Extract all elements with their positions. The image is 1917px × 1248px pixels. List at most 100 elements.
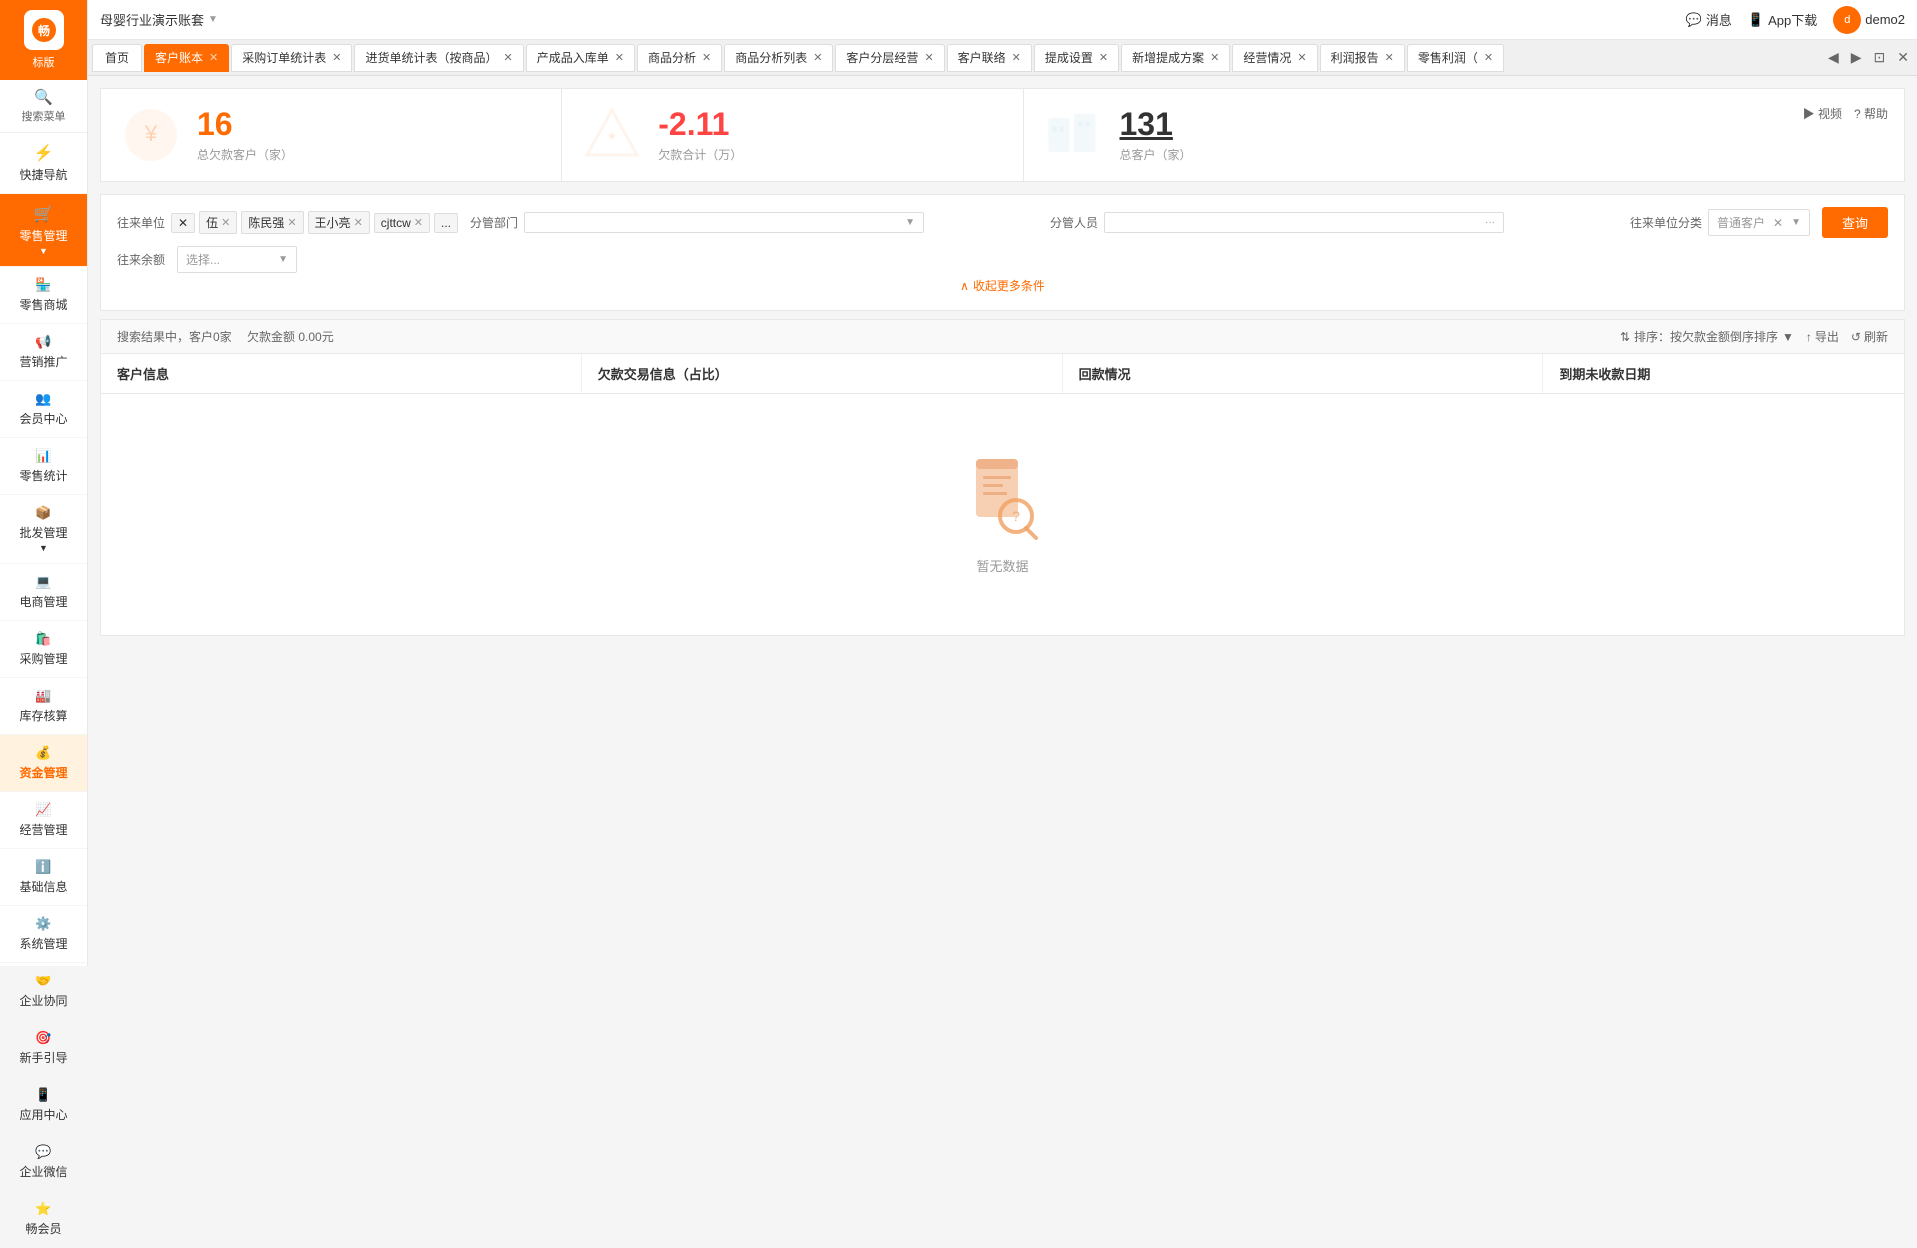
sidebar-item-finance[interactable]: 💰 资金管理 — [0, 735, 87, 792]
tab-customer-tier[interactable]: 客户分层经营 ✕ — [835, 44, 944, 72]
dept-select[interactable]: ▼ — [524, 212, 924, 233]
topbar-left: 母婴行业演示账套 ▼ — [100, 10, 218, 29]
logo-text: 标版 — [6, 54, 81, 70]
tab-inbound-stats[interactable]: 进货单统计表（按商品） ✕ — [354, 44, 523, 72]
person-select[interactable]: ··· — [1104, 212, 1504, 233]
tab-retail-profit[interactable]: 零售利润（ ✕ — [1407, 44, 1504, 72]
tab-profit-report[interactable]: 利润报告 ✕ — [1320, 44, 1405, 72]
close-tab-inbound-stats[interactable]: ✕ — [504, 51, 513, 64]
tab-product-analysis-list[interactable]: 商品分析列表 ✕ — [724, 44, 833, 72]
close-tab-retail-profit[interactable]: ✕ — [1484, 51, 1493, 64]
help-btn[interactable]: ? 帮助 — [1854, 105, 1888, 122]
tab-customer-account[interactable]: 客户账本 ✕ — [144, 44, 229, 72]
table-container: 客户信息 欠款交易信息（占比） 回款情况 到期未收款日期 — [100, 353, 1905, 636]
refresh-button[interactable]: ↺ 刷新 — [1851, 328, 1888, 345]
unit-tag-more[interactable]: ... — [434, 213, 458, 233]
tab-purchase-order[interactable]: 采购订单统计表 ✕ — [231, 44, 352, 72]
logo[interactable]: 畅 标版 — [0, 0, 87, 80]
close-tab-customer-tier[interactable]: ✕ — [924, 51, 933, 64]
user-menu[interactable]: d demo2 — [1833, 6, 1905, 34]
search-result-actions: ⇅ 排序：按欠款金额倒序排序 ▼ ↑ 导出 ↺ 刷新 — [1620, 328, 1888, 345]
close-tab-product-analysis[interactable]: ✕ — [702, 51, 711, 64]
remove-tag-cjttcw[interactable]: ✕ — [414, 216, 423, 229]
tab-cost-inbound[interactable]: 产成品入库单 ✕ — [526, 44, 635, 72]
unit-type-label: 往来单位分类 — [1630, 214, 1702, 231]
tab-prev-btn[interactable]: ◀ — [1824, 47, 1843, 68]
close-tab-customer-contact[interactable]: ✕ — [1012, 51, 1021, 64]
close-tab-profit-report[interactable]: ✕ — [1385, 51, 1394, 64]
sort-icon: ⇅ — [1620, 330, 1630, 344]
video-btn[interactable]: ▶ 视频 — [1803, 105, 1842, 122]
empty-text: 暂无数据 — [976, 556, 1028, 575]
close-tab-product-analysis-list[interactable]: ✕ — [813, 51, 822, 64]
close-tab-purchase-order[interactable]: ✕ — [332, 51, 341, 64]
balance-select[interactable]: 选择... ▼ — [177, 246, 297, 273]
tab-close-all-btn[interactable]: ✕ — [1893, 47, 1913, 68]
sidebar-item-purchase-mgmt[interactable]: 🛍️ 采购管理 — [0, 621, 87, 678]
tab-home[interactable]: 首页 — [92, 44, 142, 72]
sidebar-item-inventory[interactable]: 🏭 库存核算 — [0, 678, 87, 735]
search-result-text: 搜索结果中，客户0家 欠款金额 0.00元 — [117, 328, 334, 345]
sidebar-item-quick-nav[interactable]: ⚡ 快捷导航 — [0, 133, 87, 194]
sidebar-item-member[interactable]: ⭐ 畅会员 — [0, 1191, 87, 1248]
query-button[interactable]: 查询 — [1822, 207, 1888, 238]
sidebar-item-basic-info[interactable]: ℹ️ 基础信息 — [0, 849, 87, 906]
app-download-btn[interactable]: 📱 App下载 — [1748, 10, 1817, 29]
close-tab-add-raise[interactable]: ✕ — [1210, 51, 1219, 64]
close-tab-operations[interactable]: ✕ — [1297, 51, 1306, 64]
remove-tag-chen[interactable]: ✕ — [287, 216, 296, 229]
remove-unit-type[interactable]: ✕ — [1773, 216, 1783, 230]
sidebar-item-retail-mgmt[interactable]: 🛒 零售管理 ▼ — [0, 194, 87, 267]
close-tab-raise-settings[interactable]: ✕ — [1099, 51, 1108, 64]
stat-info-debt-amount: -2.11 欠款合计（万） — [658, 107, 742, 163]
th-debt-transaction: 欠款交易信息（占比） — [582, 354, 1063, 393]
close-tab-cost-inbound[interactable]: ✕ — [615, 51, 624, 64]
tab-raise-settings[interactable]: 提成设置 ✕ — [1034, 44, 1119, 72]
sidebar-item-ecommerce[interactable]: 💻 电商管理 — [0, 564, 87, 621]
sidebar-item-marketing[interactable]: 📢 营销推广 — [0, 324, 87, 381]
tab-operations[interactable]: 经营情况 ✕ — [1232, 44, 1317, 72]
account-arrow: ▼ — [208, 14, 218, 25]
export-button[interactable]: ↑ 导出 — [1806, 328, 1839, 345]
content-area: ¥ 16 总欠款客户（家） ✦ -2.11 欠款合计 — [88, 76, 1917, 966]
close-tab-customer-account[interactable]: ✕ — [209, 51, 218, 64]
filter-row-1: 往来单位 ✕ 伍 ✕ 陈民强 ✕ — [117, 207, 1888, 238]
sidebar-item-enterprise[interactable]: 🤝 企业协同 — [0, 963, 87, 1020]
tab-customer-contact[interactable]: 客户联络 ✕ — [947, 44, 1032, 72]
sidebar-item-system-mgmt[interactable]: ⚙️ 系统管理 — [0, 906, 87, 963]
svg-text:¥: ¥ — [144, 121, 158, 146]
unit-tag-wu: 伍 ✕ — [199, 211, 237, 234]
sidebar-item-retail-stats[interactable]: 📊 零售统计 — [0, 438, 87, 495]
unit-tag-1: ✕ — [171, 213, 195, 233]
unit-label: 往来单位 — [117, 214, 165, 231]
table-empty: ? 暂无数据 — [101, 394, 1904, 635]
sort-button[interactable]: ⇅ 排序：按欠款金额倒序排序 ▼ — [1620, 328, 1794, 345]
tab-product-analysis[interactable]: 商品分析 ✕ — [637, 44, 722, 72]
sidebar-item-member-center[interactable]: 👥 会员中心 — [0, 381, 87, 438]
th-customer-info: 客户信息 — [101, 354, 582, 393]
tab-next-btn[interactable]: ▶ — [1847, 47, 1866, 68]
remove-tag-wang[interactable]: ✕ — [354, 216, 363, 229]
message-btn[interactable]: 💬 消息 — [1686, 10, 1732, 29]
sidebar-item-enterprise-wx[interactable]: 💬 企业微信 — [0, 1134, 87, 1191]
tab-maximize-btn[interactable]: ⊡ — [1870, 47, 1890, 68]
sidebar-item-operations-mgmt[interactable]: 📈 经营管理 — [0, 792, 87, 849]
unit-type-select[interactable]: 普通客户 ✕ ▼ — [1708, 209, 1810, 236]
sidebar-item-new-guide[interactable]: 🎯 新手引导 — [0, 1020, 87, 1077]
avatar: d — [1833, 6, 1861, 34]
th-repayment: 回款情况 — [1063, 354, 1544, 393]
remove-tag-wu[interactable]: ✕ — [221, 216, 230, 229]
account-selector[interactable]: 母婴行业演示账套 ▼ — [100, 10, 218, 29]
tab-add-raise[interactable]: 新增提成方案 ✕ — [1121, 44, 1230, 72]
dept-label: 分管部门 — [470, 214, 518, 231]
sidebar-item-retail-mall[interactable]: 🏪 零售商城 — [0, 267, 87, 324]
sidebar-item-wholesale-mgmt[interactable]: 📦 批发管理 ▼ — [0, 495, 87, 564]
collapse-btn[interactable]: ∧ 收起更多条件 — [117, 273, 1888, 298]
filter-area: 往来单位 ✕ 伍 ✕ 陈民强 ✕ — [100, 194, 1905, 311]
sidebar-item-app-center[interactable]: 📱 应用中心 — [0, 1077, 87, 1134]
sidebar-search[interactable]: 🔍 搜索菜单 — [0, 80, 87, 133]
account-label: 母婴行业演示账套 — [100, 10, 204, 29]
svg-text:畅: 畅 — [37, 23, 49, 38]
person-filter: 分管人员 ··· — [1050, 212, 1618, 233]
total-customers-icon — [1044, 105, 1104, 165]
